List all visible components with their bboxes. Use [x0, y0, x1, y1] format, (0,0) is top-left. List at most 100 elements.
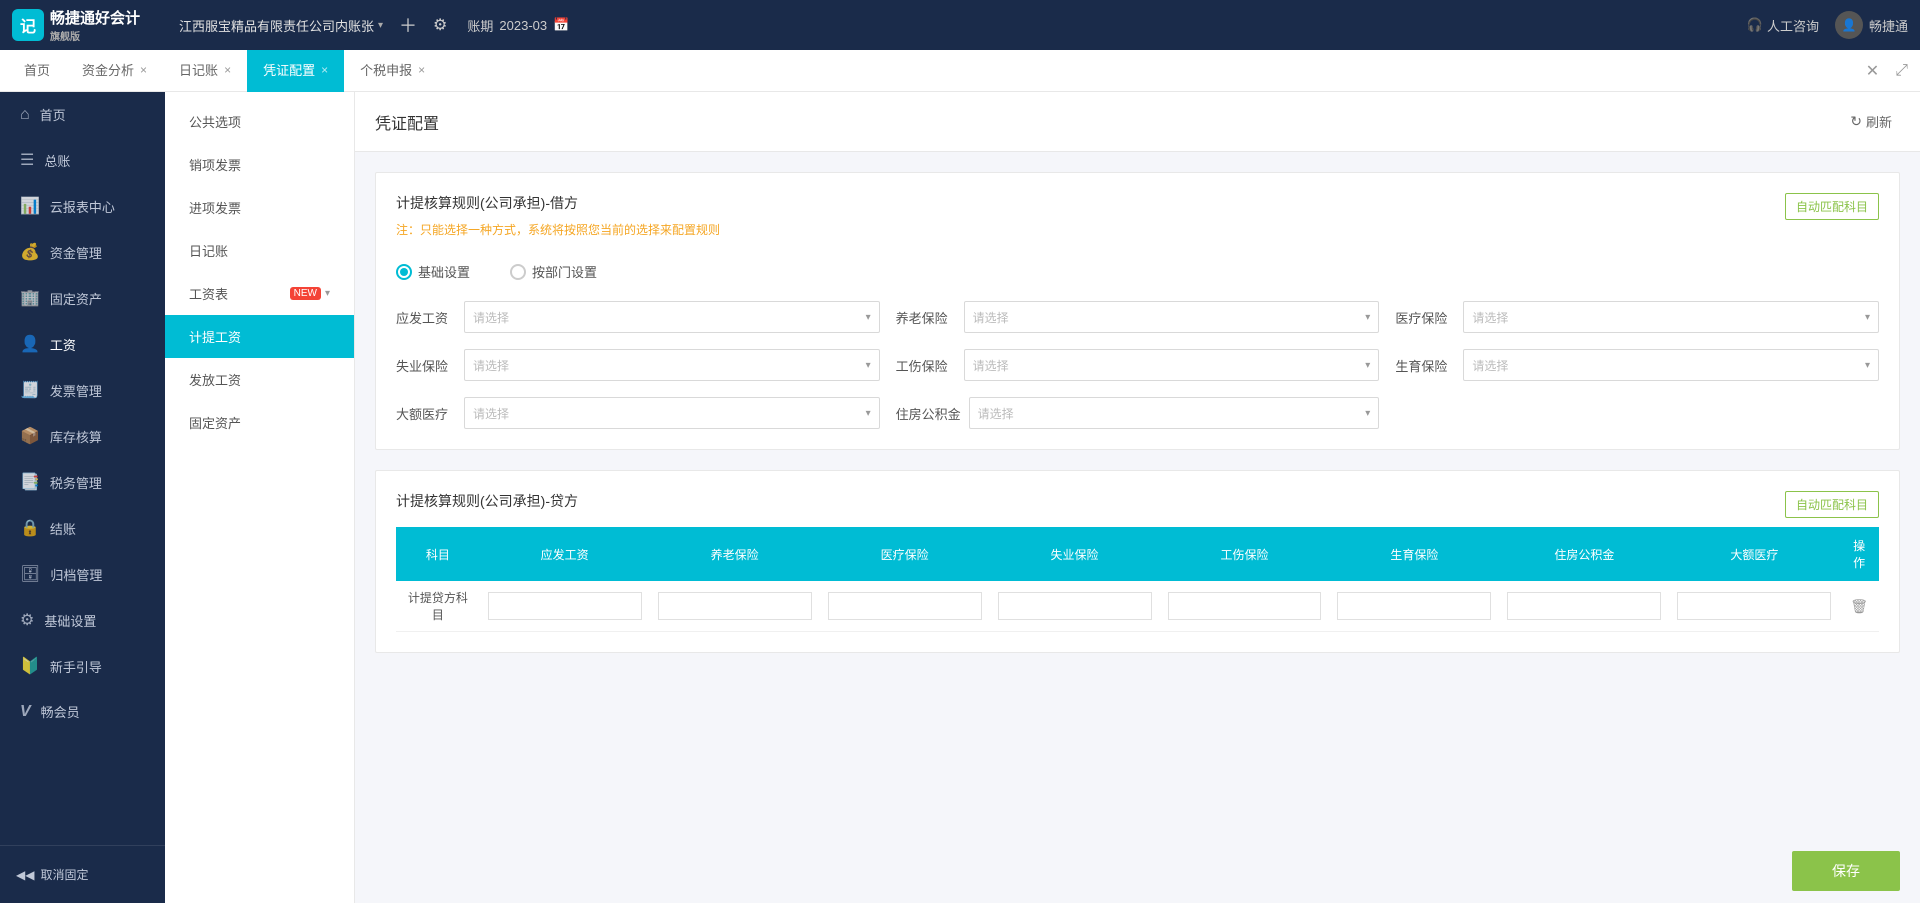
- shiye-select[interactable]: 请选择 ▾: [464, 349, 880, 381]
- tab-journal-close[interactable]: ×: [224, 63, 231, 77]
- sidebar-item-home[interactable]: ⌂ 首页: [0, 92, 165, 137]
- col-action: 操作: [1839, 527, 1879, 581]
- add-button[interactable]: ＋: [395, 12, 421, 38]
- tab-voucher-close[interactable]: ×: [321, 63, 328, 77]
- salary-icon: 👤: [20, 334, 40, 354]
- sidebar-item-member[interactable]: V 畅会员: [0, 689, 165, 734]
- sidebar-guide-label: 新手引导: [50, 657, 102, 676]
- zhufang-select[interactable]: 请选择 ▾: [969, 397, 1380, 429]
- period-selector[interactable]: 账期 2023-03 📅: [467, 16, 569, 35]
- sidebar-item-close[interactable]: 🔒 结账: [0, 505, 165, 551]
- sub-item-salary-table[interactable]: 工资表 NEW ▾: [165, 272, 354, 315]
- col-zhufang: 住房公积金: [1499, 527, 1669, 581]
- sidebar-item-archive[interactable]: 🗄 归档管理: [0, 551, 165, 597]
- tab-journal[interactable]: 日记账 ×: [163, 50, 247, 92]
- user-menu[interactable]: 👤 畅捷通: [1835, 11, 1908, 39]
- home-icon: ⌂: [20, 106, 30, 124]
- main-panel: 凭证配置 ↻ 刷新 计提核算规则(公司承担)-借方 注：只能选择一种方式，系统将…: [355, 92, 1920, 903]
- sidebar-item-guide[interactable]: 🔰 新手引导: [0, 643, 165, 689]
- refresh-button[interactable]: ↻ 刷新: [1842, 108, 1900, 135]
- sidebar-item-fund[interactable]: 💰 资金管理: [0, 229, 165, 275]
- tab-fund-close[interactable]: ×: [140, 63, 147, 77]
- sidebar-item-inventory[interactable]: 📦 库存核算: [0, 413, 165, 459]
- sub-item-fixed-assets[interactable]: 固定资产: [165, 401, 354, 444]
- sidebar-item-ledger[interactable]: ☰ 总账: [0, 137, 165, 183]
- row-yingfa-cell: [480, 581, 650, 632]
- row-yanglao-input[interactable]: [658, 592, 812, 620]
- row-yanglao-cell: [650, 581, 820, 632]
- yingfa-label: 应发工资: [396, 308, 456, 327]
- yanglao-arrow-icon: ▾: [1365, 312, 1370, 323]
- calendar-icon[interactable]: 📅: [553, 17, 569, 33]
- sidebar-item-settings[interactable]: ⚙ 基础设置: [0, 597, 165, 643]
- debit-auto-match-button[interactable]: 自动匹配科目: [1785, 193, 1879, 220]
- chevron-down-icon: ▾: [378, 20, 383, 31]
- sidebar-report-label: 云报表中心: [50, 197, 115, 216]
- invoice-icon: 🧾: [20, 380, 40, 400]
- tab-voucher[interactable]: 凭证配置 ×: [247, 50, 344, 92]
- tab-fund-label: 资金分析: [82, 60, 134, 79]
- tab-tax[interactable]: 个税申报 ×: [344, 50, 441, 92]
- sub-item-sales[interactable]: 销项发票: [165, 143, 354, 186]
- row-zhufang-cell: [1499, 581, 1669, 632]
- tab-fund[interactable]: 资金分析 ×: [66, 50, 163, 92]
- shengyu-select[interactable]: 请选择 ▾: [1463, 349, 1879, 381]
- save-button[interactable]: 保存: [1792, 851, 1900, 891]
- row-shiye-input[interactable]: [998, 592, 1152, 620]
- daeliao-select[interactable]: 请选择 ▾: [464, 397, 880, 429]
- col-shengyu: 生育保险: [1329, 527, 1499, 581]
- sidebar-item-tax[interactable]: 📑 税务管理: [0, 459, 165, 505]
- row-subject-name: 计提贷方科目: [396, 581, 480, 632]
- row-gongshang-cell: [1160, 581, 1330, 632]
- member-icon: V: [20, 703, 31, 721]
- tab-home-label: 首页: [24, 60, 50, 79]
- gongshang-arrow-icon: ▾: [1365, 360, 1370, 371]
- tab-tax-close[interactable]: ×: [418, 63, 425, 77]
- yanglao-label: 养老保险: [896, 308, 956, 327]
- sub-item-purchase[interactable]: 进项发票: [165, 186, 354, 229]
- sub-item-calc-salary[interactable]: 计提工资: [165, 315, 354, 358]
- row-daeliao-input[interactable]: [1677, 592, 1831, 620]
- sidebar-invoice-label: 发票管理: [50, 381, 102, 400]
- gear-icon[interactable]: ⚙: [433, 15, 447, 35]
- row-shengyu-input[interactable]: [1337, 592, 1491, 620]
- sub-item-public[interactable]: 公共选项: [165, 100, 354, 143]
- row-yiliao-input[interactable]: [828, 592, 982, 620]
- shengyu-arrow-icon: ▾: [1865, 360, 1870, 371]
- yiliao-placeholder: 请选择: [1472, 309, 1508, 326]
- field-shengyu: 生育保险 请选择 ▾: [1395, 349, 1879, 381]
- tab-home[interactable]: 首页: [8, 50, 66, 92]
- content-area: 公共选项 销项发票 进项发票 日记账 工资表 NEW ▾ 计提工资 发放工资 固…: [165, 92, 1920, 903]
- row-yingfa-input[interactable]: [488, 592, 642, 620]
- radio-basic[interactable]: 基础设置: [396, 262, 470, 281]
- cancel-fixed-button[interactable]: ◀◀ 取消固定: [0, 856, 165, 893]
- sidebar-item-salary[interactable]: 👤 工资: [0, 321, 165, 367]
- close-window-button[interactable]: ✕: [1862, 57, 1883, 85]
- radio-dept[interactable]: 按部门设置: [510, 262, 597, 281]
- gongshang-select[interactable]: 请选择 ▾: [964, 349, 1380, 381]
- yanglao-select[interactable]: 请选择 ▾: [964, 301, 1380, 333]
- yiliao-select[interactable]: 请选择 ▾: [1463, 301, 1879, 333]
- yingfa-select[interactable]: 请选择 ▾: [464, 301, 880, 333]
- sub-item-journal[interactable]: 日记账: [165, 229, 354, 272]
- field-daeliao: 大额医疗 请选择 ▾: [396, 397, 880, 429]
- debit-section-title: 计提核算规则(公司承担)-借方: [396, 193, 720, 213]
- row-gongshang-input[interactable]: [1168, 592, 1322, 620]
- sidebar-item-fixed-assets[interactable]: 🏢 固定资产: [0, 275, 165, 321]
- company-selector[interactable]: 江西服宝精品有限责任公司内账张 ▾: [179, 16, 383, 35]
- yingfa-arrow-icon: ▾: [866, 312, 871, 323]
- debit-section-note: 注：只能选择一种方式，系统将按照您当前的选择来配置规则: [396, 221, 720, 238]
- row-action-cell: 🗑: [1839, 581, 1879, 632]
- gongshang-placeholder: 请选择: [973, 357, 1009, 374]
- sidebar-item-invoice[interactable]: 🧾 发票管理: [0, 367, 165, 413]
- maximize-button[interactable]: ⤢: [1891, 58, 1912, 84]
- credit-auto-match-button[interactable]: 自动匹配科目: [1785, 491, 1879, 518]
- app-name: 畅捷通好会计: [50, 10, 140, 27]
- sub-item-pay-salary[interactable]: 发放工资: [165, 358, 354, 401]
- panel-body: 计提核算规则(公司承担)-借方 注：只能选择一种方式，系统将按照您当前的选择来配…: [355, 152, 1920, 753]
- sidebar-item-report[interactable]: 📊 云报表中心: [0, 183, 165, 229]
- delete-row-button[interactable]: 🗑: [1850, 598, 1868, 614]
- service-button[interactable]: 🎧 人工咨询: [1747, 16, 1819, 35]
- row-zhufang-input[interactable]: [1507, 592, 1661, 620]
- yanglao-placeholder: 请选择: [973, 309, 1009, 326]
